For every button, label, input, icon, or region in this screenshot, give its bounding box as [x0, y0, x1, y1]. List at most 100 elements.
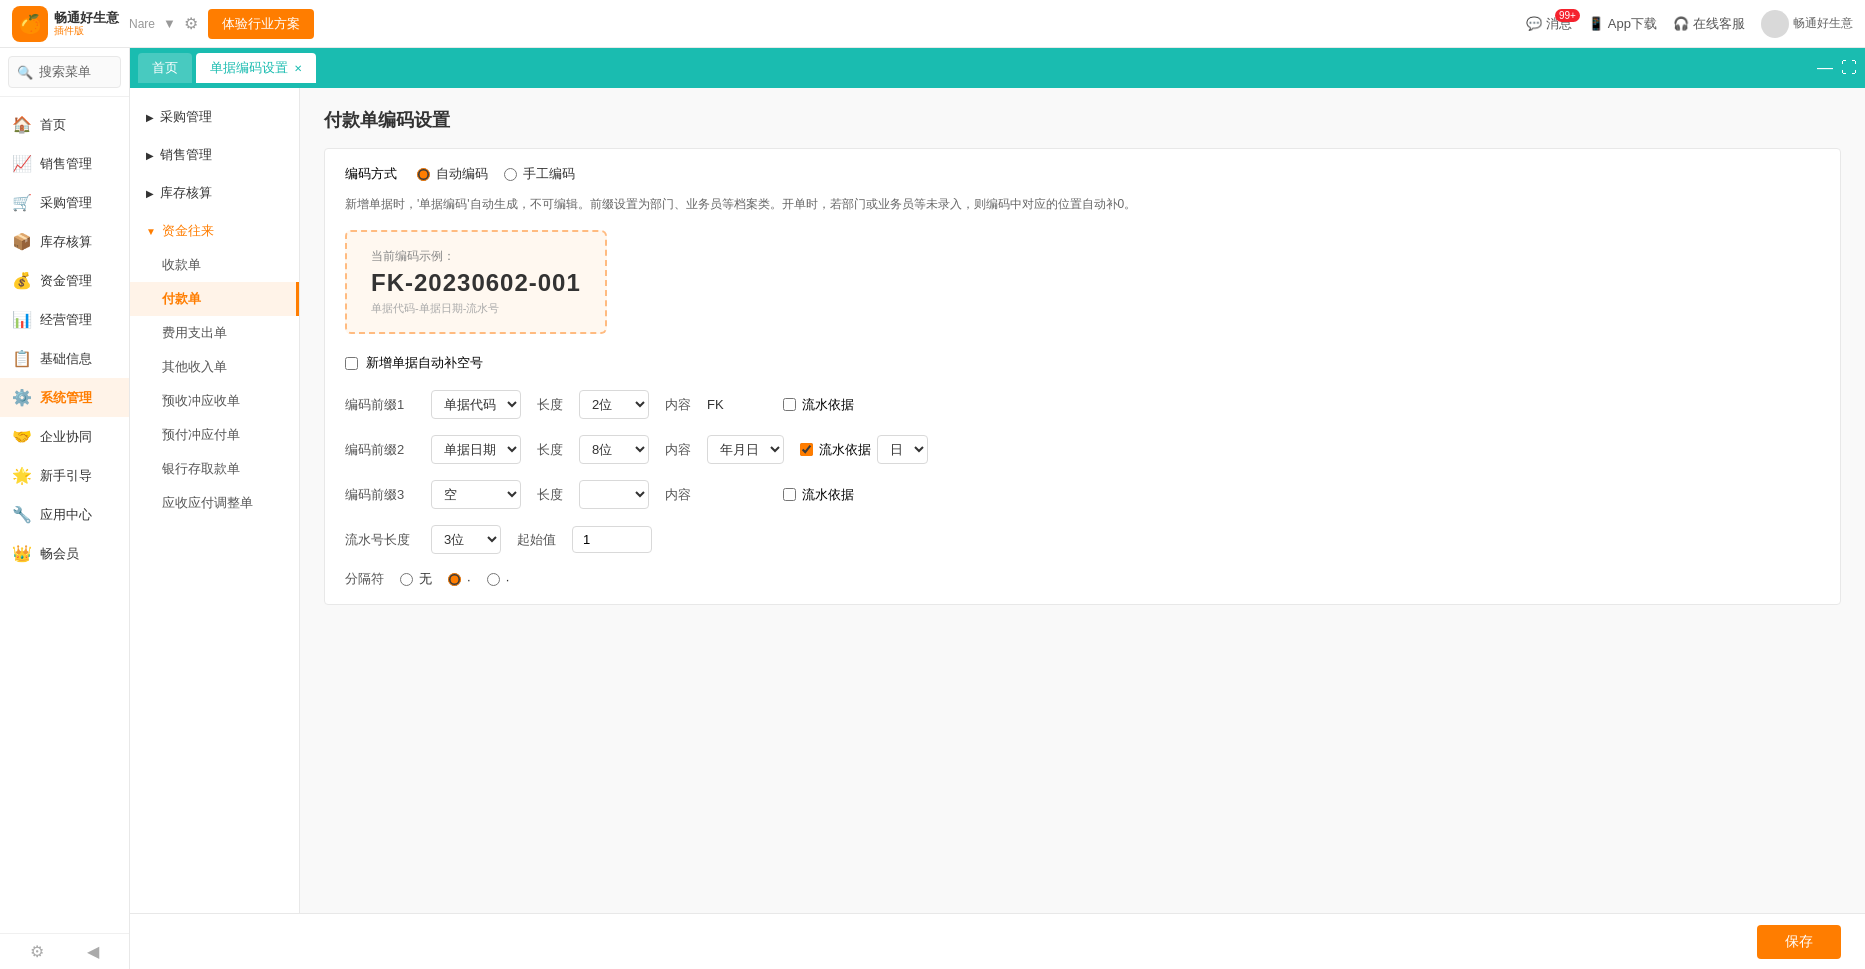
prefix1-length-label: 长度: [537, 396, 563, 414]
start-label: 起始值: [517, 531, 556, 549]
experience-button[interactable]: 体验行业方案: [208, 9, 314, 39]
purchase-icon: 🛒: [12, 193, 32, 212]
sidebar-item-operations[interactable]: 📊 经营管理: [0, 300, 129, 339]
user-info[interactable]: 畅通好生意: [1761, 10, 1853, 38]
tab-encode-settings[interactable]: 单据编码设置 ✕: [196, 53, 316, 83]
auto-fill-row: 新增单据自动补空号: [345, 354, 1820, 372]
manual-encode-input[interactable]: [504, 168, 517, 181]
sub-nav-header-sales[interactable]: ▶ 销售管理: [130, 138, 299, 172]
sub-nav-item-expense[interactable]: 费用支出单: [130, 316, 299, 350]
tab-home[interactable]: 首页: [138, 53, 192, 83]
manual-encode-label: 手工编码: [523, 165, 575, 183]
prefix1-content-value: FK: [707, 397, 767, 412]
bottom-bar: 保存: [130, 913, 1865, 969]
message-button[interactable]: 💬 消息 99+: [1526, 15, 1572, 33]
prefix3-length-select[interactable]: [579, 480, 649, 509]
online-service-button[interactable]: 🎧 在线客服: [1673, 15, 1745, 33]
sidebar: 🔍 搜索菜单 🏠 首页 📈 销售管理 🛒 采购管理 📦 库存核算 💰: [0, 48, 130, 969]
user-avatar: [1761, 10, 1789, 38]
app-download-button[interactable]: 📱 App下载: [1588, 15, 1657, 33]
sub-nav-item-payment[interactable]: 付款单: [130, 282, 299, 316]
page-body: ▶ 采购管理 ▶ 销售管理 ▶ 库存核算: [130, 88, 1865, 913]
prefix3-select[interactable]: 空 部门 业务员 单据代码 单据日期: [431, 480, 521, 509]
sub-nav-item-receipt[interactable]: 收款单: [130, 248, 299, 282]
enterprise-icon: 🤝: [12, 427, 32, 446]
auto-encode-radio[interactable]: 自动编码: [417, 165, 488, 183]
sidebar-item-enterprise[interactable]: 🤝 企业协同: [0, 417, 129, 456]
sidebar-item-member[interactable]: 👑 畅会员: [0, 534, 129, 573]
message-icon: 💬: [1526, 16, 1542, 31]
collapse-icon[interactable]: ◀: [87, 942, 99, 961]
encode-settings-card: 编码方式 自动编码 手工编码: [324, 148, 1841, 605]
serial-label: 流水号长度: [345, 531, 415, 549]
sidebar-item-inventory[interactable]: 📦 库存核算: [0, 222, 129, 261]
separator-dot-input[interactable]: [448, 573, 461, 586]
prefix2-follow-checkbox[interactable]: [800, 443, 813, 456]
online-service-label: 在线客服: [1693, 15, 1745, 33]
prefix3-follow-checkbox[interactable]: [783, 488, 796, 501]
search-menu-button[interactable]: 🔍 搜索菜单: [8, 56, 121, 88]
sidebar-item-sales[interactable]: 📈 销售管理: [0, 144, 129, 183]
sub-nav-group-purchase: ▶ 采购管理: [130, 100, 299, 134]
prefix2-length-label: 长度: [537, 441, 563, 459]
sub-nav-group-funds: ▼ 资金往来 收款单 付款单 费用支出单 其他收入单 预收冲应收单 预付冲应付单…: [130, 214, 299, 520]
prefix2-length-select[interactable]: 8位 4位 6位: [579, 435, 649, 464]
separator-dash-input[interactable]: [487, 573, 500, 586]
sub-nav-item-prepay-recv[interactable]: 预收冲应收单: [130, 384, 299, 418]
chevron-right-icon: ▶: [146, 188, 154, 199]
info-text: 新增单据时，'单据编码'自动生成，不可编辑。前缀设置为部门、业务员等档案类。开单…: [345, 195, 1820, 214]
serial-length-select[interactable]: 3位 4位 5位 6位: [431, 525, 501, 554]
tab-bar: 首页 单据编码设置 ✕ — ⛶: [130, 48, 1865, 88]
tab-close-icon[interactable]: ✕: [294, 63, 302, 74]
auto-encode-input[interactable]: [417, 168, 430, 181]
prefix2-follow-select[interactable]: 日 月 年: [877, 435, 928, 464]
download-icon: 📱: [1588, 16, 1604, 31]
sub-nav-sales-label: 销售管理: [160, 146, 212, 164]
sidebar-item-home[interactable]: 🏠 首页: [0, 105, 129, 144]
sub-nav-item-bank[interactable]: 银行存取款单: [130, 452, 299, 486]
sub-nav-item-adjustment[interactable]: 应收应付调整单: [130, 486, 299, 520]
prefix2-content-select[interactable]: 年月日 年月 年: [707, 435, 784, 464]
logo-area: 🍊 畅通好生意 插件版: [12, 6, 119, 42]
tab-bar-right: — ⛶: [1817, 59, 1857, 77]
settings-icon[interactable]: ⚙: [184, 14, 198, 33]
sidebar-item-basic-info[interactable]: 📋 基础信息: [0, 339, 129, 378]
sidebar-item-apps[interactable]: 🔧 应用中心: [0, 495, 129, 534]
sidebar-item-label: 畅会员: [40, 545, 79, 563]
prefix2-select[interactable]: 单据日期 部门 业务员 空: [431, 435, 521, 464]
separator-none-radio[interactable]: 无: [400, 570, 432, 588]
sidebar-item-finance[interactable]: 💰 资金管理: [0, 261, 129, 300]
sub-nav-item-prepay-pay[interactable]: 预付冲应付单: [130, 418, 299, 452]
system-icon: ⚙️: [12, 388, 32, 407]
sub-nav-header-purchase[interactable]: ▶ 采购管理: [130, 100, 299, 134]
start-input[interactable]: [572, 526, 652, 553]
manual-encode-radio[interactable]: 手工编码: [504, 165, 575, 183]
auto-fill-label: 新增单据自动补空号: [366, 354, 483, 372]
sub-nav-header-funds[interactable]: ▼ 资金往来: [130, 214, 299, 248]
sub-nav-item-other-income[interactable]: 其他收入单: [130, 350, 299, 384]
separator-none-input[interactable]: [400, 573, 413, 586]
sidebar-item-system[interactable]: ⚙️ 系统管理: [0, 378, 129, 417]
auto-fill-checkbox[interactable]: [345, 357, 358, 370]
sub-nav-header-inventory[interactable]: ▶ 库存核算: [130, 176, 299, 210]
home-icon: 🏠: [12, 115, 32, 134]
basic-info-icon: 📋: [12, 349, 32, 368]
prefix1-select[interactable]: 单据代码 部门 业务员 空: [431, 390, 521, 419]
separator-dot-radio[interactable]: ·: [448, 572, 471, 587]
prefix1-follow-checkbox[interactable]: [783, 398, 796, 411]
prefix3-content-label: 内容: [665, 486, 691, 504]
message-badge: 99+: [1555, 9, 1580, 22]
sidebar-item-purchase[interactable]: 🛒 采购管理: [0, 183, 129, 222]
separator-dash-radio[interactable]: ·: [487, 572, 510, 587]
save-button[interactable]: 保存: [1757, 925, 1841, 959]
sidebar-item-label: 采购管理: [40, 194, 92, 212]
dropdown-icon[interactable]: ▼: [163, 16, 176, 31]
tab-minimize-icon[interactable]: —: [1817, 59, 1833, 77]
separator-options: 无 · ·: [400, 570, 509, 588]
sidebar-item-label: 资金管理: [40, 272, 92, 290]
prefix1-length-select[interactable]: 2位 4位 6位: [579, 390, 649, 419]
tab-maximize-icon[interactable]: ⛶: [1841, 59, 1857, 77]
sidebar-item-newbie[interactable]: 🌟 新手引导: [0, 456, 129, 495]
settings-footer-icon[interactable]: ⚙: [30, 942, 44, 961]
separator-row: 分隔符 无 · ·: [345, 570, 1820, 588]
